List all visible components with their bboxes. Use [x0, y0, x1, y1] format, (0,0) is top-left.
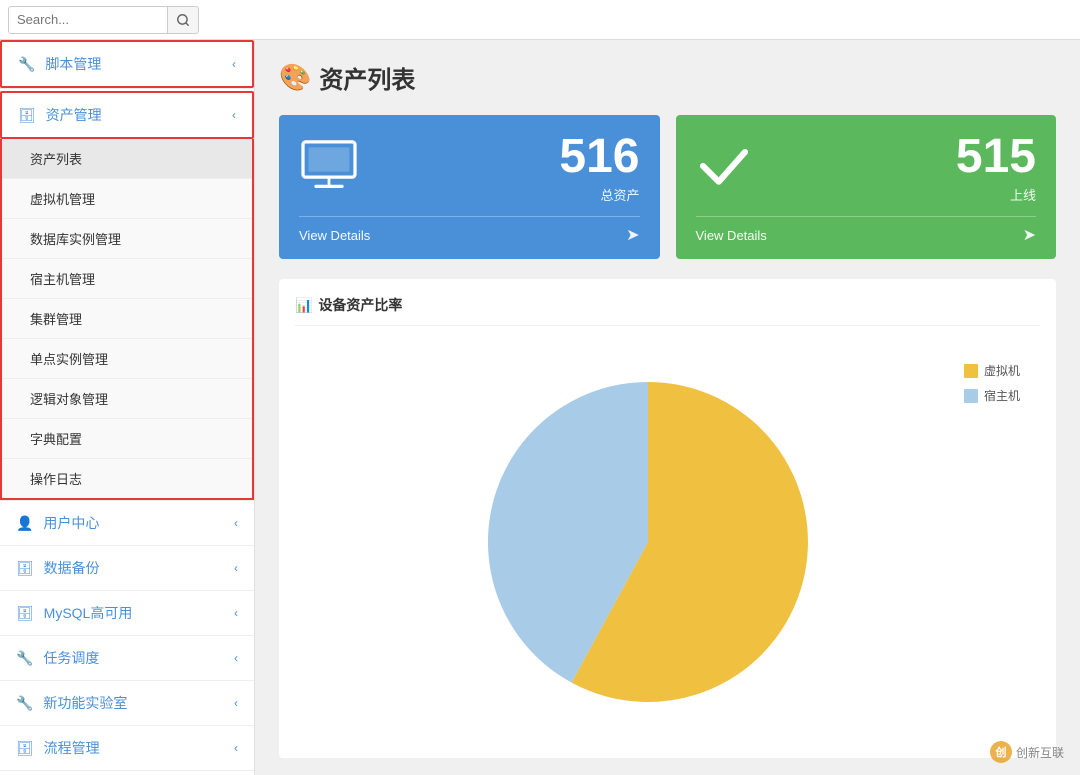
sidebar-item-task-schedule[interactable]: 🔧 任务调度 ‹	[0, 636, 254, 680]
legend-color-vm	[964, 364, 978, 378]
sidebar-submenu-asset: 资产列表 虚拟机管理 数据库实例管理 宿主机管理 集群管理 单点实例管理 逻辑对…	[0, 139, 254, 500]
sidebar-item-vm-management[interactable]: 虚拟机管理	[2, 179, 252, 219]
sidebar-group-mysql-ha: 🗄 MySQL高可用 ‹	[0, 591, 254, 636]
total-assets-number: 516	[559, 133, 639, 181]
wrench-icon: 🔧	[18, 56, 35, 72]
database-icon-asset: 🗄	[18, 107, 36, 123]
sidebar-item-asset-management[interactable]: 🗄 资产管理 ‹	[0, 91, 254, 139]
chevron-lab-icon: ‹	[234, 696, 238, 710]
sidebar-item-operation-log[interactable]: 操作日志	[2, 459, 252, 498]
chevron-user-icon: ‹	[234, 516, 238, 530]
online-assets-label: 上线	[956, 185, 1036, 204]
sidebar-group-user-center: 👤 用户中心 ‹	[0, 501, 254, 546]
chevron-icon: ‹	[232, 57, 236, 71]
sidebar-item-data-backup[interactable]: 🗄 数据备份 ‹	[0, 546, 254, 590]
sidebar-item-host-management[interactable]: 宿主机管理	[2, 259, 252, 299]
total-assets-label: 总资产	[559, 185, 639, 204]
sidebar-item-new-features[interactable]: 🔧 新功能实验室 ‹	[0, 681, 254, 725]
legend-item-host: 宿主机	[964, 387, 1020, 404]
online-assets-link[interactable]: View Details	[696, 228, 767, 243]
chevron-mysql-icon: ‹	[234, 606, 238, 620]
legend-item-vm: 虚拟机	[964, 362, 1020, 379]
stat-card-total: 516 总资产 View Details ➤	[279, 115, 660, 259]
chevron-asset-icon: ‹	[232, 108, 236, 122]
top-bar	[0, 0, 1080, 40]
chevron-backup-icon: ‹	[234, 561, 238, 575]
user-icon: 👤	[16, 515, 33, 531]
chevron-task-icon: ‹	[234, 651, 238, 665]
main-content: 🎨 资产列表 516	[255, 40, 1080, 775]
watermark-logo: 创	[990, 741, 1012, 763]
search-button[interactable]	[168, 6, 199, 34]
palette-icon: 🎨	[279, 62, 311, 93]
search-input[interactable]	[8, 6, 168, 34]
search-icon	[176, 13, 190, 27]
check-icon	[696, 140, 752, 197]
sidebar-item-workflow[interactable]: 🗄 流程管理 ‹	[0, 726, 254, 770]
chevron-workflow-icon: ‹	[234, 741, 238, 755]
pie-chart	[448, 352, 888, 732]
chart-bar-icon: 📊	[295, 297, 312, 314]
sidebar-item-user-center[interactable]: 👤 用户中心 ‹	[0, 501, 254, 545]
sidebar: 🔧 脚本管理 ‹ 🗄 资产管理 ‹ 资产列表 虚拟机管理 数据库实例管理 宿主机…	[0, 40, 255, 775]
sidebar-item-single-instance[interactable]: 单点实例管理	[2, 339, 252, 379]
sidebar-group-workflow: 🗄 流程管理 ‹	[0, 726, 254, 771]
chart-section: 📊 设备资产比率	[279, 279, 1056, 758]
database-icon-backup: 🗄	[16, 560, 34, 576]
sidebar-group-asset-management: 🗄 资产管理 ‹ 资产列表 虚拟机管理 数据库实例管理 宿主机管理 集群管理 单…	[0, 91, 254, 501]
total-assets-link[interactable]: View Details	[299, 228, 370, 243]
database-icon-mysql: 🗄	[16, 605, 34, 621]
monitor-icon	[299, 140, 359, 197]
watermark: 创 创新互联	[990, 741, 1064, 763]
sidebar-group-task-schedule: 🔧 任务调度 ‹	[0, 636, 254, 681]
online-assets-number: 515	[956, 133, 1036, 181]
legend-color-host	[964, 389, 978, 403]
wrench-icon-task: 🔧	[16, 650, 33, 666]
sidebar-group-data-backup: 🗄 数据备份 ‹	[0, 546, 254, 591]
sidebar-group-new-features: 🔧 新功能实验室 ‹	[0, 681, 254, 726]
sidebar-item-mysql-ha[interactable]: 🗄 MySQL高可用 ‹	[0, 591, 254, 635]
wrench-icon-lab: 🔧	[16, 695, 33, 711]
chart-area: 虚拟机 宿主机	[295, 342, 1040, 742]
sidebar-item-db-instance[interactable]: 数据库实例管理	[2, 219, 252, 259]
arrow-icon-total: ➤	[626, 225, 639, 245]
database-icon-workflow: 🗄	[16, 740, 34, 756]
sidebar-item-dictionary-config[interactable]: 字典配置	[2, 419, 252, 459]
sidebar-item-cluster-management[interactable]: 集群管理	[2, 299, 252, 339]
arrow-icon-online: ➤	[1023, 225, 1036, 245]
sidebar-item-script-management[interactable]: 🔧 脚本管理 ‹	[0, 40, 254, 88]
chart-title: 📊 设备资产比率	[295, 295, 1040, 326]
stat-cards: 516 总资产 View Details ➤	[279, 115, 1056, 259]
sidebar-item-logic-object[interactable]: 逻辑对象管理	[2, 379, 252, 419]
stat-card-online: 515 上线 View Details ➤	[676, 115, 1057, 259]
sidebar-item-asset-list[interactable]: 资产列表	[2, 139, 252, 179]
chart-legend: 虚拟机 宿主机	[964, 362, 1020, 404]
page-title: 🎨 资产列表	[279, 60, 1056, 95]
main-layout: 🔧 脚本管理 ‹ 🗄 资产管理 ‹ 资产列表 虚拟机管理 数据库实例管理 宿主机…	[0, 40, 1080, 775]
sidebar-group-script-management: 🔧 脚本管理 ‹	[0, 40, 254, 89]
